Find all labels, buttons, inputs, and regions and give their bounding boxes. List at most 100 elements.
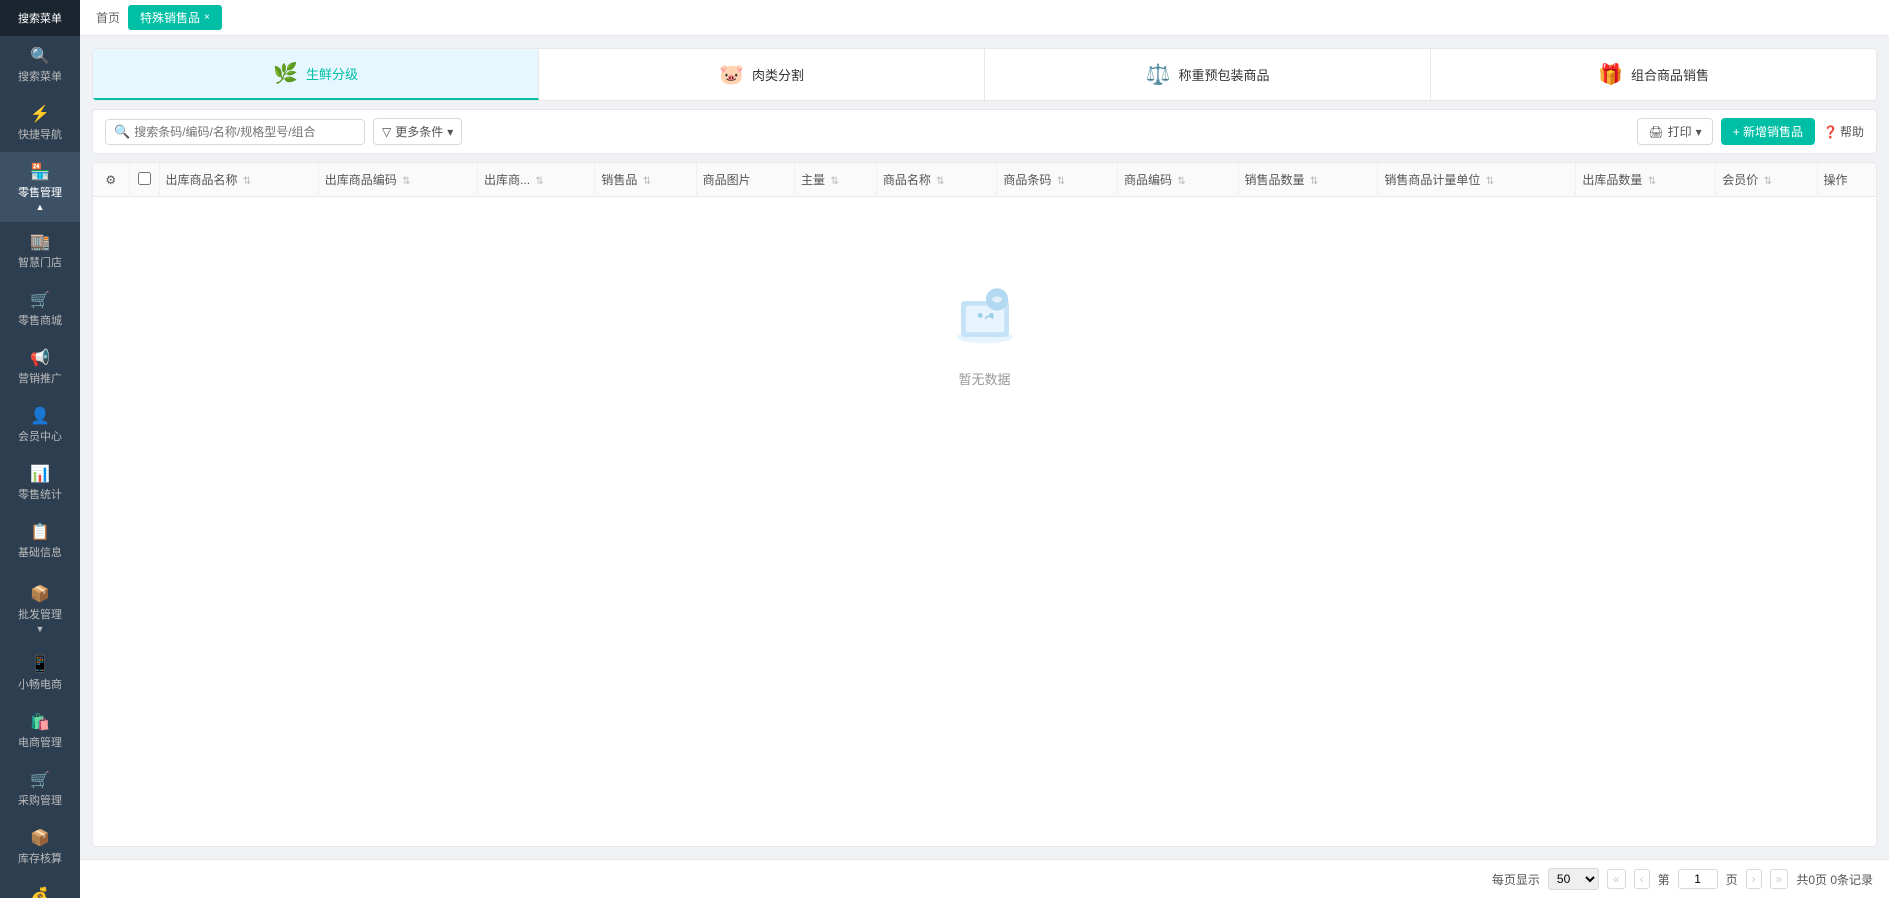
combo-tab-icon: 🎁 — [1598, 62, 1623, 87]
sort-icon: ⇅ — [1648, 176, 1656, 187]
sidebar-item-label: 会员中心 — [18, 428, 62, 444]
select-all-checkbox[interactable] — [138, 172, 151, 185]
purchase-mgmt-icon: 🛒 — [30, 770, 50, 790]
filter-button[interactable]: ▽ 更多条件 ▾ — [373, 118, 462, 145]
search-icon: 🔍 — [114, 124, 130, 140]
th-goods-name[interactable]: 商品名称 ⇅ — [876, 163, 997, 197]
search-input[interactable] — [134, 125, 356, 139]
main-content: 首页 特殊销售品 × 🌿 生鲜分级 🐷 肉类分割 ⚖️ 称重预包装商品 🎁 组合… — [80, 0, 1889, 898]
sidebar-item-member-center[interactable]: 👤 会员中心 — [0, 396, 80, 454]
meat-tab-label: 肉类分割 — [752, 65, 804, 84]
sidebar: 搜索菜单 🔍 搜索菜单 ⚡ 快捷导航 🏪 零售管理 ▲ 🏬 智慧门店 🛒 零售商… — [0, 0, 80, 898]
sidebar-item-inventory[interactable]: 📦 库存核算 — [0, 818, 80, 876]
page-unit: 页 — [1726, 871, 1738, 888]
th-out-goods-code[interactable]: 出库商品编码 ⇅ — [318, 163, 477, 197]
th-sale-goods[interactable]: 销售品 ⇅ — [595, 163, 696, 197]
next-page-button[interactable]: › — [1746, 869, 1762, 889]
search-box[interactable]: 🔍 — [105, 119, 365, 145]
wholesale-mgmt-icon: 📦 — [30, 584, 50, 604]
th-sale-qty[interactable]: 销售品数量 ⇅ — [1238, 163, 1378, 197]
last-page-button[interactable]: » — [1770, 869, 1789, 889]
sidebar-item-label: 零售统计 — [18, 486, 62, 502]
sort-icon: ⇅ — [830, 176, 838, 187]
sidebar-item-purchase-mgmt[interactable]: 🛒 采购管理 — [0, 760, 80, 818]
th-out-goods-spec[interactable]: 出库商... ⇅ — [478, 163, 595, 197]
cat-tab-meat[interactable]: 🐷 肉类分割 — [539, 49, 985, 100]
sidebar-item-ecom-mgmt[interactable]: 🛍️ 电商管理 — [0, 702, 80, 760]
sidebar-item-mini-ecom[interactable]: 📱 小畅电商 — [0, 644, 80, 702]
weigh-tab-label: 称重预包装商品 — [1178, 65, 1269, 84]
th-checkbox[interactable] — [129, 163, 159, 197]
th-action: 操作 — [1817, 163, 1876, 197]
finance-icon: 💰 — [30, 886, 50, 898]
help-button[interactable]: ❓ 帮助 — [1823, 123, 1864, 140]
meat-tab-icon: 🐷 — [719, 62, 744, 87]
th-member-price[interactable]: 会员价 ⇅ — [1716, 163, 1817, 197]
print-button[interactable]: 🖨 打印 ▾ — [1637, 118, 1712, 145]
sidebar-item-label: 电商管理 — [18, 734, 62, 750]
sort-icon: ⇅ — [1310, 176, 1318, 187]
cat-tab-combo[interactable]: 🎁 组合商品销售 — [1431, 49, 1876, 100]
prev-page-button[interactable]: ‹ — [1634, 869, 1650, 889]
tab-label: 特殊销售品 — [140, 9, 200, 26]
th-goods-img[interactable]: 商品图片 — [696, 163, 794, 197]
promotion-icon: 📢 — [30, 348, 50, 368]
th-settings[interactable]: ⚙ — [93, 163, 129, 197]
filter-arrow-icon: ▾ — [447, 125, 453, 139]
sidebar-logo: 搜索菜单 — [0, 0, 80, 36]
page-input[interactable] — [1678, 869, 1718, 889]
th-out-qty[interactable]: 出库品数量 ⇅ — [1576, 163, 1716, 197]
th-weight[interactable]: 主量 ⇅ — [794, 163, 876, 197]
weigh-tab-icon: ⚖️ — [1146, 62, 1171, 87]
filter-label: 更多条件 — [395, 123, 443, 140]
topbar: 首页 特殊销售品 × — [80, 0, 1889, 36]
sort-icon: ⇅ — [643, 176, 651, 187]
sort-icon: ⇅ — [535, 176, 543, 187]
sidebar-item-smart-store[interactable]: 🏬 智慧门店 — [0, 222, 80, 280]
sort-icon: ⇅ — [1486, 176, 1494, 187]
print-arrow-icon: ▾ — [1696, 125, 1702, 139]
sidebar-item-search[interactable]: 🔍 搜索菜单 — [0, 36, 80, 94]
chevron-down-icon2: ▼ — [36, 624, 45, 634]
sidebar-item-retail-mall[interactable]: 🛒 零售商城 — [0, 280, 80, 338]
fresh-tab-label: 生鲜分级 — [306, 64, 358, 83]
basic-info-icon: 📋 — [30, 522, 50, 542]
sidebar-item-retail-mgmt[interactable]: 🏪 零售管理 ▲ — [0, 152, 80, 222]
sidebar-item-wholesale-mgmt[interactable]: 📦 批发管理 ▼ — [0, 574, 80, 644]
cat-tab-weigh[interactable]: ⚖️ 称重预包装商品 — [985, 49, 1431, 100]
pagination: 每页显示 50 10 20 100 « ‹ 第 页 › » 共0页 0条记录 — [80, 859, 1889, 898]
sidebar-item-basic-info[interactable]: 📋 基础信息 — [0, 512, 80, 570]
active-tab[interactable]: 特殊销售品 × — [128, 5, 222, 30]
th-sale-unit[interactable]: 销售商品计量单位 ⇅ — [1378, 163, 1576, 197]
sidebar-item-quick-nav[interactable]: ⚡ 快捷导航 — [0, 94, 80, 152]
app-title: 搜索菜单 — [18, 10, 62, 26]
sidebar-item-label: 智慧门店 — [18, 254, 62, 270]
add-sale-item-button[interactable]: + 新增销售品 — [1721, 118, 1815, 145]
sidebar-item-retail-stats[interactable]: 📊 零售统计 — [0, 454, 80, 512]
table-header-row: ⚙ 出库商品名称 ⇅ 出库商品编码 ⇅ 出库商... ⇅ — [93, 163, 1876, 197]
sidebar-item-label: 搜索菜单 — [18, 68, 62, 84]
th-goods-code[interactable]: 商品编码 ⇅ — [1117, 163, 1238, 197]
sort-icon: ⇅ — [402, 176, 410, 187]
sidebar-item-promotion[interactable]: 📢 营销推广 — [0, 338, 80, 396]
sort-icon: ⇅ — [936, 176, 944, 187]
home-link[interactable]: 首页 — [96, 9, 120, 26]
page-label: 第 — [1658, 871, 1670, 888]
tab-close-button[interactable]: × — [204, 12, 210, 23]
cat-tab-fresh[interactable]: 🌿 生鲜分级 — [93, 49, 539, 100]
print-icon: 🖨 — [1648, 125, 1663, 139]
toolbar-right: 🖨 打印 ▾ + 新增销售品 ❓ 帮助 — [1637, 118, 1864, 145]
empty-text: 暂无数据 — [958, 369, 1010, 388]
sidebar-item-finance[interactable]: 💰 资金管理 — [0, 876, 80, 898]
per-page-select[interactable]: 50 10 20 100 — [1548, 868, 1599, 890]
search-icon: 🔍 — [30, 46, 50, 66]
data-table-container: ⚙ 出库商品名称 ⇅ 出库商品编码 ⇅ 出库商... ⇅ — [92, 162, 1877, 847]
th-out-goods-name[interactable]: 出库商品名称 ⇅ — [159, 163, 318, 197]
first-page-button[interactable]: « — [1607, 869, 1626, 889]
help-icon: ❓ — [1823, 125, 1838, 139]
th-goods-barcode[interactable]: 商品条码 ⇅ — [997, 163, 1118, 197]
smart-store-icon: 🏬 — [30, 232, 50, 252]
page-content: 🌿 生鲜分级 🐷 肉类分割 ⚖️ 称重预包装商品 🎁 组合商品销售 🔍 — [80, 36, 1889, 859]
sort-icon: ⇅ — [243, 176, 251, 187]
fresh-tab-icon: 🌿 — [273, 61, 298, 86]
